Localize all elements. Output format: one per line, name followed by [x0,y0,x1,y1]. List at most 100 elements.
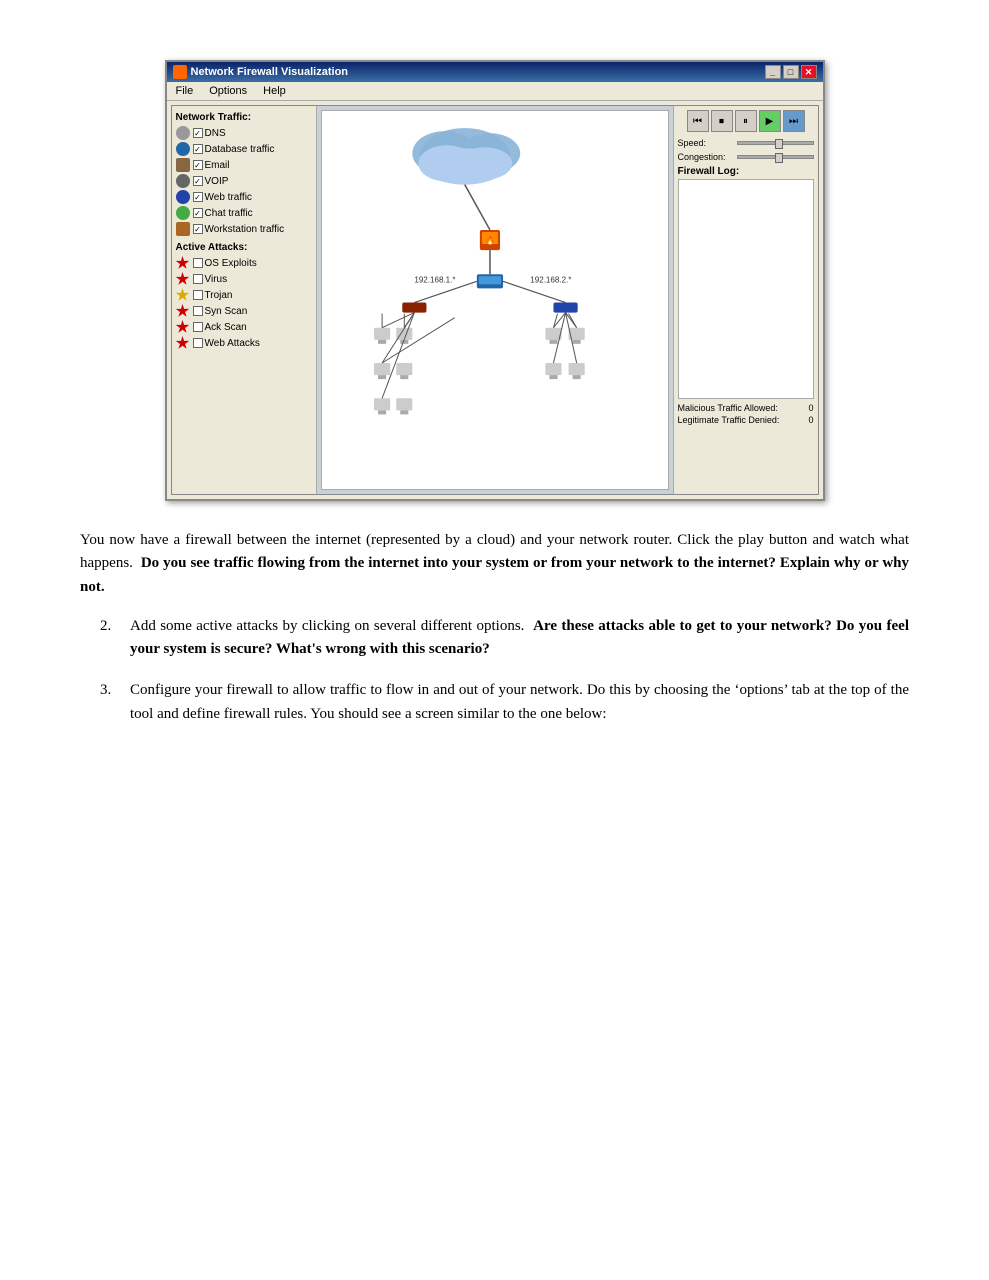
title-bar-controls: _ □ ✕ [765,65,817,79]
network-diagram: 🔥 192.168.1.* 192.168.2.* [322,111,668,489]
voip-checkbox[interactable] [193,176,203,186]
traffic-dns: DNS [176,126,312,140]
app-window: Network Firewall Visualization _ □ ✕ Fil… [165,60,825,501]
dns-checkbox-label[interactable]: DNS [193,128,226,139]
traffic-chat: Chat traffic [176,206,312,220]
traffic-web: Web traffic [176,190,312,204]
web-checkbox[interactable] [193,192,203,202]
workstation-icon [176,222,190,236]
speed-thumb[interactable] [775,139,783,149]
db-checkbox[interactable] [193,144,203,154]
svg-text:192.168.1.*: 192.168.1.* [414,275,455,284]
stop-button[interactable]: ⏹ [711,110,733,132]
email-label: Email [205,160,230,171]
window-title: Network Firewall Visualization [191,66,349,78]
ack-checkbox[interactable] [193,322,203,332]
ack-checkbox-label[interactable]: Ack Scan [193,322,247,333]
stats-section: Malicious Traffic Allowed: 0 Legitimate … [678,403,814,425]
web-attack-checkbox[interactable] [193,338,203,348]
speed-track [737,141,814,145]
os-checkbox[interactable] [193,258,203,268]
syn-checkbox-label[interactable]: Syn Scan [193,306,248,317]
web-checkbox-label[interactable]: Web traffic [193,192,252,203]
syn-checkbox[interactable] [193,306,203,316]
congestion-label: Congestion: [678,152,733,162]
fast-forward-button[interactable]: ⏭ [783,110,805,132]
virus-label: Virus [205,274,228,285]
item2-normal: Add some active attacks by clicking on s… [130,618,524,634]
list-content-3: Configure your firewall to allow traffic… [130,679,909,726]
close-button[interactable]: ✕ [801,65,817,79]
malicious-label: Malicious Traffic Allowed: [678,403,809,413]
web-attack-icon [176,336,190,350]
syn-label: Syn Scan [205,306,248,317]
email-checkbox-label[interactable]: Email [193,160,230,171]
attack-web: Web Attacks [176,336,312,350]
traffic-voip: VOIP [176,174,312,188]
speed-label: Speed: [678,138,733,148]
congestion-slider-row: Congestion: [678,152,814,162]
list-item-2: 2. Add some active attacks by clicking o… [100,615,909,662]
app-body: Network Traffic: DNS Database traffic [171,105,819,495]
congestion-thumb[interactable] [775,153,783,163]
workstation-checkbox-label[interactable]: Workstation traffic [193,224,285,235]
maximize-button[interactable]: □ [783,65,799,79]
item3-text: Configure your firewall to allow traffic… [130,682,909,721]
menu-help[interactable]: Help [260,84,289,98]
email-icon [176,158,190,172]
trojan-checkbox-label[interactable]: Trojan [193,290,233,301]
traffic-email: Email [176,158,312,172]
web-attack-checkbox-label[interactable]: Web Attacks [193,338,260,349]
chat-checkbox[interactable] [193,208,203,218]
pause-button[interactable]: ⏸ [735,110,757,132]
menu-file[interactable]: File [173,84,197,98]
ack-icon [176,320,190,334]
legitimate-label: Legitimate Traffic Denied: [678,415,809,425]
os-label: OS Exploits [205,258,257,269]
screenshot-container: Network Firewall Visualization _ □ ✕ Fil… [80,60,909,501]
chat-label: Chat traffic [205,208,253,219]
virus-checkbox[interactable] [193,274,203,284]
attack-syn: Syn Scan [176,304,312,318]
firewall-log-area [678,179,814,399]
attack-trojan: Trojan [176,288,312,302]
email-checkbox[interactable] [193,160,203,170]
db-checkbox-label[interactable]: Database traffic [193,144,275,155]
virus-icon [176,272,190,286]
ack-label: Ack Scan [205,322,247,333]
dns-icon [176,126,190,140]
web-label: Web traffic [205,192,252,203]
list-item-3: 3. Configure your firewall to allow traf… [100,679,909,726]
voip-label: VOIP [205,176,229,187]
trojan-icon [176,288,190,302]
play-button[interactable]: ▶ [759,110,781,132]
virus-checkbox-label[interactable]: Virus [193,274,228,285]
web-icon [176,190,190,204]
menu-options[interactable]: Options [206,84,250,98]
left-panel: Network Traffic: DNS Database traffic [172,106,317,494]
syn-icon [176,304,190,318]
app-icon [173,65,187,79]
web-attack-label: Web Attacks [205,338,260,349]
chat-checkbox-label[interactable]: Chat traffic [193,208,253,219]
legitimate-value: 0 [808,415,813,425]
main-canvas: 🔥 192.168.1.* 192.168.2.* [321,110,669,490]
list-content-2: Add some active attacks by clicking on s… [130,615,909,662]
malicious-traffic-row: Malicious Traffic Allowed: 0 [678,403,814,413]
trojan-label: Trojan [205,290,233,301]
os-checkbox-label[interactable]: OS Exploits [193,258,257,269]
playback-controls: ⏮ ⏹ ⏸ ▶ ⏭ [678,110,814,132]
dns-label: DNS [205,128,226,139]
minimize-button[interactable]: _ [765,65,781,79]
network-traffic-label: Network Traffic: [176,112,312,123]
intro-paragraph: You now have a firewall between the inte… [80,529,909,599]
trojan-checkbox[interactable] [193,290,203,300]
workstation-checkbox[interactable] [193,224,203,234]
os-exploit-icon [176,256,190,270]
title-bar-title: Network Firewall Visualization [173,65,349,79]
rewind-button[interactable]: ⏮ [687,110,709,132]
list-number-3: 3. [100,679,130,726]
dns-checkbox[interactable] [193,128,203,138]
voip-checkbox-label[interactable]: VOIP [193,176,229,187]
numbered-list: 2. Add some active attacks by clicking o… [100,615,909,726]
